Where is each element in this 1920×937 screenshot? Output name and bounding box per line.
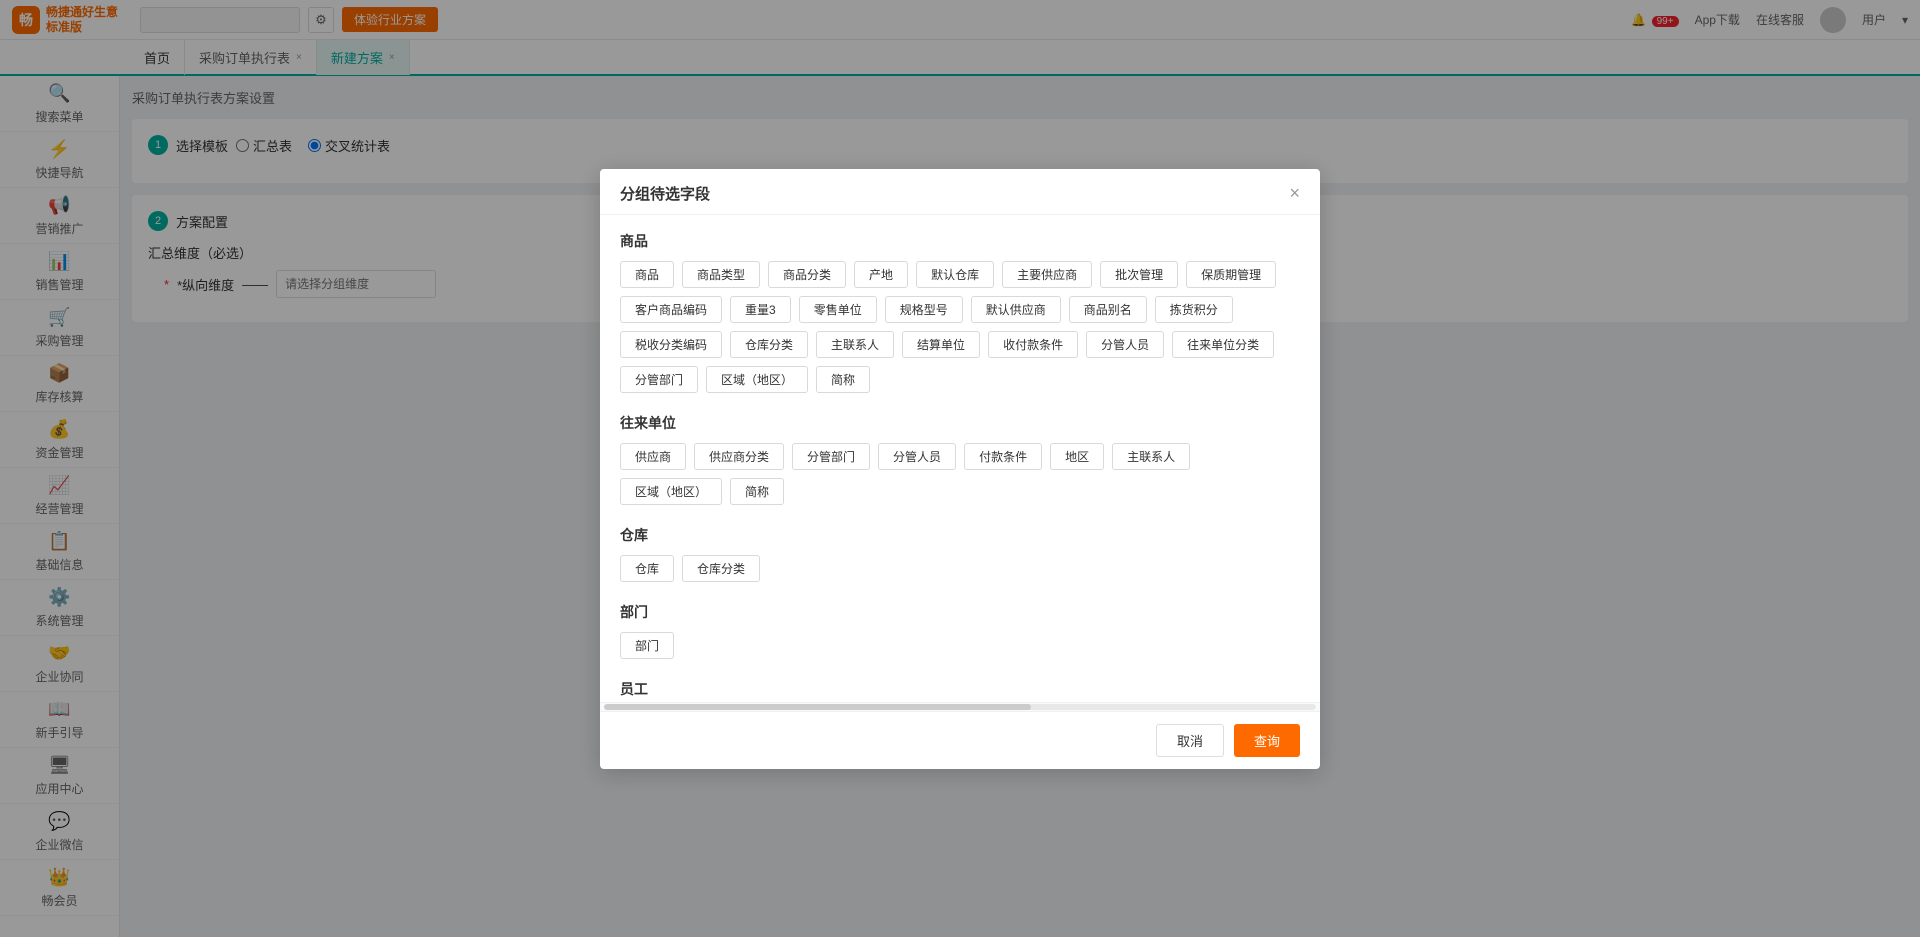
field-group-dept: 部门 部门 bbox=[620, 602, 1300, 659]
field-tag[interactable]: 往来单位分类 bbox=[1172, 331, 1274, 358]
field-group-dept-title: 部门 bbox=[620, 602, 1300, 622]
field-tag[interactable]: 区域（地区） bbox=[620, 478, 722, 505]
field-tag[interactable]: 部门 bbox=[620, 632, 674, 659]
field-tag[interactable]: 仓库分类 bbox=[682, 555, 760, 582]
modal-horizontal-scrollbar[interactable] bbox=[600, 702, 1320, 711]
fields-grid-dept: 部门 bbox=[620, 632, 1300, 659]
field-group-warehouse-title: 仓库 bbox=[620, 525, 1300, 545]
field-tag[interactable]: 批次管理 bbox=[1100, 261, 1178, 288]
fields-grid-warehouse: 仓库 仓库分类 bbox=[620, 555, 1300, 582]
field-tag[interactable]: 主要供应商 bbox=[1002, 261, 1092, 288]
field-group-partners-title: 往来单位 bbox=[620, 413, 1300, 433]
modal-overlay: 分组待选字段 × 商品 商品 商品类型 商品分类 产地 默认仓库 主要供应商 批… bbox=[0, 0, 1920, 937]
field-tag[interactable]: 产地 bbox=[854, 261, 908, 288]
field-tag[interactable]: 税收分类编码 bbox=[620, 331, 722, 358]
field-tag[interactable]: 简称 bbox=[730, 478, 784, 505]
modal-close-button[interactable]: × bbox=[1289, 183, 1300, 204]
field-tag[interactable]: 分管人员 bbox=[878, 443, 956, 470]
field-tag[interactable]: 零售单位 bbox=[799, 296, 877, 323]
field-tag[interactable]: 主联系人 bbox=[816, 331, 894, 358]
cancel-button[interactable]: 取消 bbox=[1156, 724, 1224, 757]
field-tag[interactable]: 结算单位 bbox=[902, 331, 980, 358]
field-tag[interactable]: 收付款条件 bbox=[988, 331, 1078, 358]
modal-header: 分组待选字段 × bbox=[600, 169, 1320, 215]
field-group-warehouse: 仓库 仓库 仓库分类 bbox=[620, 525, 1300, 582]
field-group-employee: 员工 业务员 bbox=[620, 679, 1300, 702]
confirm-button[interactable]: 查询 bbox=[1234, 724, 1300, 757]
field-tag[interactable]: 默认供应商 bbox=[971, 296, 1061, 323]
field-tag[interactable]: 商品 bbox=[620, 261, 674, 288]
field-group-goods: 商品 商品 商品类型 商品分类 产地 默认仓库 主要供应商 批次管理 保质期管理… bbox=[620, 231, 1300, 393]
field-select-modal: 分组待选字段 × 商品 商品 商品类型 商品分类 产地 默认仓库 主要供应商 批… bbox=[600, 169, 1320, 769]
fields-grid-goods: 商品 商品类型 商品分类 产地 默认仓库 主要供应商 批次管理 保质期管理 客户… bbox=[620, 261, 1300, 393]
field-tag[interactable]: 付款条件 bbox=[964, 443, 1042, 470]
field-tag[interactable]: 商品别名 bbox=[1069, 296, 1147, 323]
field-tag[interactable]: 仓库 bbox=[620, 555, 674, 582]
modal-title: 分组待选字段 bbox=[620, 183, 710, 204]
modal-footer: 取消 查询 bbox=[600, 711, 1320, 769]
field-tag[interactable]: 拣货积分 bbox=[1155, 296, 1233, 323]
field-tag[interactable]: 商品类型 bbox=[682, 261, 760, 288]
field-tag[interactable]: 仓库分类 bbox=[730, 331, 808, 358]
fields-grid-partners: 供应商 供应商分类 分管部门 分管人员 付款条件 地区 主联系人 区域（地区） … bbox=[620, 443, 1300, 505]
modal-body: 商品 商品 商品类型 商品分类 产地 默认仓库 主要供应商 批次管理 保质期管理… bbox=[600, 215, 1320, 702]
field-tag[interactable]: 默认仓库 bbox=[916, 261, 994, 288]
field-tag[interactable]: 地区 bbox=[1050, 443, 1104, 470]
field-group-goods-title: 商品 bbox=[620, 231, 1300, 251]
field-tag[interactable]: 客户商品编码 bbox=[620, 296, 722, 323]
field-tag[interactable]: 重量3 bbox=[730, 296, 791, 323]
field-tag[interactable]: 分管部门 bbox=[620, 366, 698, 393]
field-group-employee-title: 员工 bbox=[620, 679, 1300, 699]
field-tag[interactable]: 供应商分类 bbox=[694, 443, 784, 470]
field-tag[interactable]: 分管部门 bbox=[792, 443, 870, 470]
field-tag[interactable]: 简称 bbox=[816, 366, 870, 393]
field-tag[interactable]: 区域（地区） bbox=[706, 366, 808, 393]
field-group-partners: 往来单位 供应商 供应商分类 分管部门 分管人员 付款条件 地区 主联系人 区域… bbox=[620, 413, 1300, 505]
field-tag[interactable]: 分管人员 bbox=[1086, 331, 1164, 358]
field-tag[interactable]: 商品分类 bbox=[768, 261, 846, 288]
field-tag[interactable]: 规格型号 bbox=[885, 296, 963, 323]
field-tag[interactable]: 主联系人 bbox=[1112, 443, 1190, 470]
field-tag[interactable]: 供应商 bbox=[620, 443, 686, 470]
field-tag[interactable]: 保质期管理 bbox=[1186, 261, 1276, 288]
